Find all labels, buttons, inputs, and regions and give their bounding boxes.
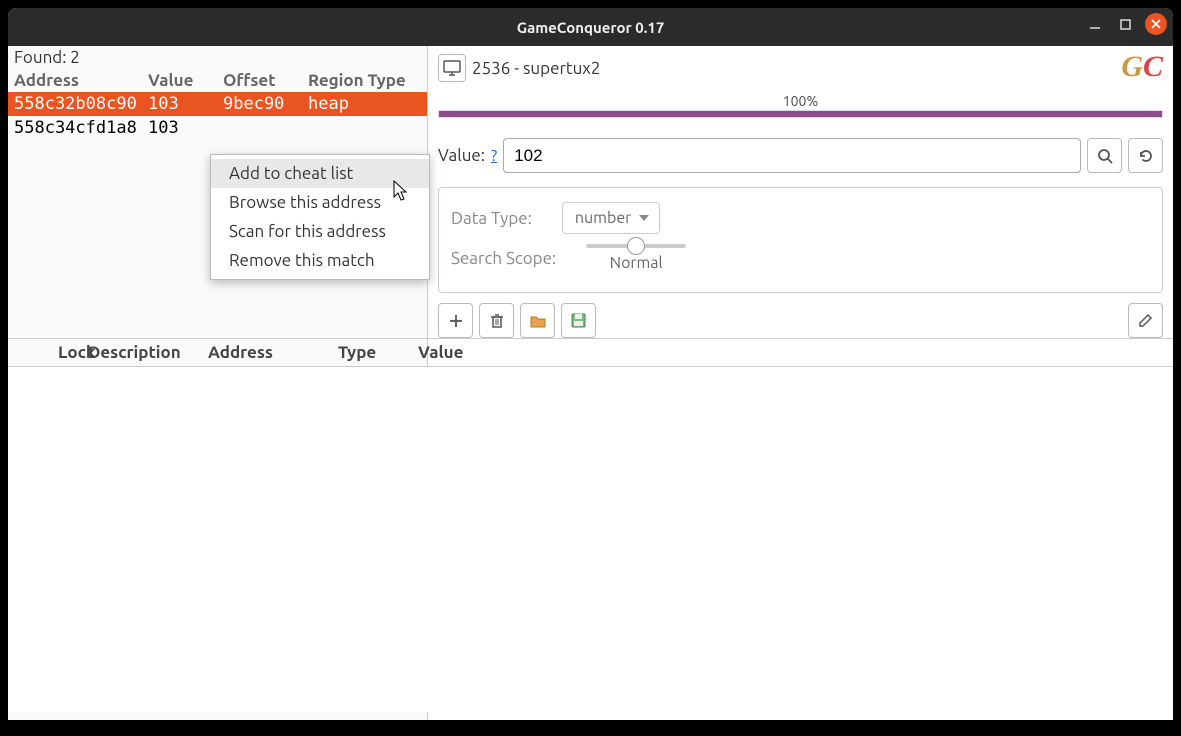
choose-process-button[interactable] bbox=[438, 54, 466, 82]
cell-region bbox=[308, 118, 427, 138]
edit-icon bbox=[1138, 313, 1153, 328]
value-input[interactable] bbox=[503, 138, 1081, 173]
trash-icon bbox=[490, 313, 504, 329]
col-header-description[interactable]: Description bbox=[88, 343, 208, 362]
cell-value: 103 bbox=[148, 94, 223, 114]
search-scope-slider-wrap: Normal bbox=[586, 244, 686, 272]
save-icon bbox=[571, 313, 586, 328]
options-box: Data Type: number Search Scope: Normal bbox=[438, 187, 1163, 293]
search-scope-row: Search Scope: Normal bbox=[451, 244, 1150, 272]
save-button[interactable] bbox=[561, 303, 596, 338]
maximize-button[interactable] bbox=[1115, 14, 1135, 34]
result-row[interactable]: 558c32b08c90 103 9bec90 heap bbox=[8, 92, 427, 116]
add-button[interactable] bbox=[438, 303, 473, 338]
slider-thumb[interactable] bbox=[627, 237, 645, 255]
col-header-type[interactable]: Type bbox=[338, 343, 398, 362]
progress-bar: 100% bbox=[438, 110, 1163, 118]
plus-icon bbox=[449, 314, 463, 328]
cell-offset: 9bec90 bbox=[223, 94, 308, 114]
cell-region: heap bbox=[308, 94, 427, 114]
search-scope-slider[interactable] bbox=[586, 244, 686, 248]
menu-scan-for-address[interactable]: Scan for this address bbox=[211, 217, 429, 246]
monitor-icon bbox=[443, 60, 461, 76]
delete-button[interactable] bbox=[479, 303, 514, 338]
result-row[interactable]: 558c34cfd1a8 103 bbox=[8, 116, 427, 140]
search-icon bbox=[1097, 148, 1113, 164]
close-button[interactable] bbox=[1145, 13, 1167, 35]
help-link[interactable]: ? bbox=[491, 147, 497, 165]
found-count: Found: 2 bbox=[8, 46, 427, 69]
results-body[interactable]: 558c32b08c90 103 9bec90 heap 558c34cfd1a… bbox=[8, 92, 427, 140]
cheat-toolbar bbox=[438, 303, 1163, 338]
folder-icon bbox=[530, 314, 546, 328]
cell-address: 558c34cfd1a8 bbox=[8, 118, 148, 138]
col-header-value[interactable]: Value bbox=[398, 343, 463, 362]
refresh-icon bbox=[1138, 148, 1154, 164]
col-header-offset[interactable]: Offset bbox=[223, 71, 308, 90]
cell-value: 103 bbox=[148, 118, 223, 138]
results-header: Address Value Offset Region Type bbox=[8, 69, 427, 92]
process-row: 2536 - supertux2 bbox=[438, 54, 1163, 82]
cell-address: 558c32b08c90 bbox=[8, 94, 148, 114]
window-title: GameConqueror 0.17 bbox=[517, 19, 665, 36]
data-type-value: number bbox=[575, 209, 631, 227]
data-type-row: Data Type: number bbox=[451, 202, 1150, 234]
cheat-table-body[interactable] bbox=[8, 367, 1173, 712]
col-header-address[interactable]: Address bbox=[208, 343, 338, 362]
cheat-table-header: Lock Description Address Type Value bbox=[8, 338, 1173, 367]
edit-button[interactable] bbox=[1128, 303, 1163, 338]
menu-browse-address[interactable]: Browse this address bbox=[211, 188, 429, 217]
col-header-region[interactable]: Region Type bbox=[308, 71, 427, 90]
data-type-select[interactable]: number bbox=[562, 202, 660, 234]
content-area: Found: 2 Address Value Offset Region Typ… bbox=[8, 46, 1173, 720]
main-window: GameConqueror 0.17 Found: 2 Address Valu… bbox=[8, 8, 1173, 720]
value-row: Value: ? bbox=[438, 138, 1163, 173]
data-type-label: Data Type: bbox=[451, 209, 532, 228]
search-scope-label: Search Scope: bbox=[451, 249, 556, 268]
col-header-value[interactable]: Value bbox=[148, 71, 223, 90]
refresh-button[interactable] bbox=[1128, 138, 1163, 173]
app-logo: GC bbox=[1121, 50, 1163, 84]
progress-percent: 100% bbox=[783, 93, 818, 109]
value-label: Value: bbox=[438, 146, 485, 165]
window-controls bbox=[1085, 13, 1167, 35]
open-button[interactable] bbox=[520, 303, 555, 338]
cell-offset bbox=[223, 118, 308, 138]
titlebar: GameConqueror 0.17 bbox=[8, 8, 1173, 46]
context-menu: Add to cheat list Browse this address Sc… bbox=[210, 154, 430, 280]
search-scope-value: Normal bbox=[610, 254, 663, 272]
menu-add-to-cheat-list[interactable]: Add to cheat list bbox=[211, 159, 429, 188]
minimize-button[interactable] bbox=[1085, 14, 1105, 34]
search-button[interactable] bbox=[1087, 138, 1122, 173]
progress-fill bbox=[439, 111, 1162, 117]
process-name: 2536 - supertux2 bbox=[472, 59, 600, 78]
col-header-lock[interactable]: Lock bbox=[18, 343, 88, 362]
col-header-address[interactable]: Address bbox=[8, 71, 148, 90]
right-pane: 2536 - supertux2 100% Value: ? bbox=[428, 46, 1173, 720]
menu-remove-match[interactable]: Remove this match bbox=[211, 246, 429, 275]
